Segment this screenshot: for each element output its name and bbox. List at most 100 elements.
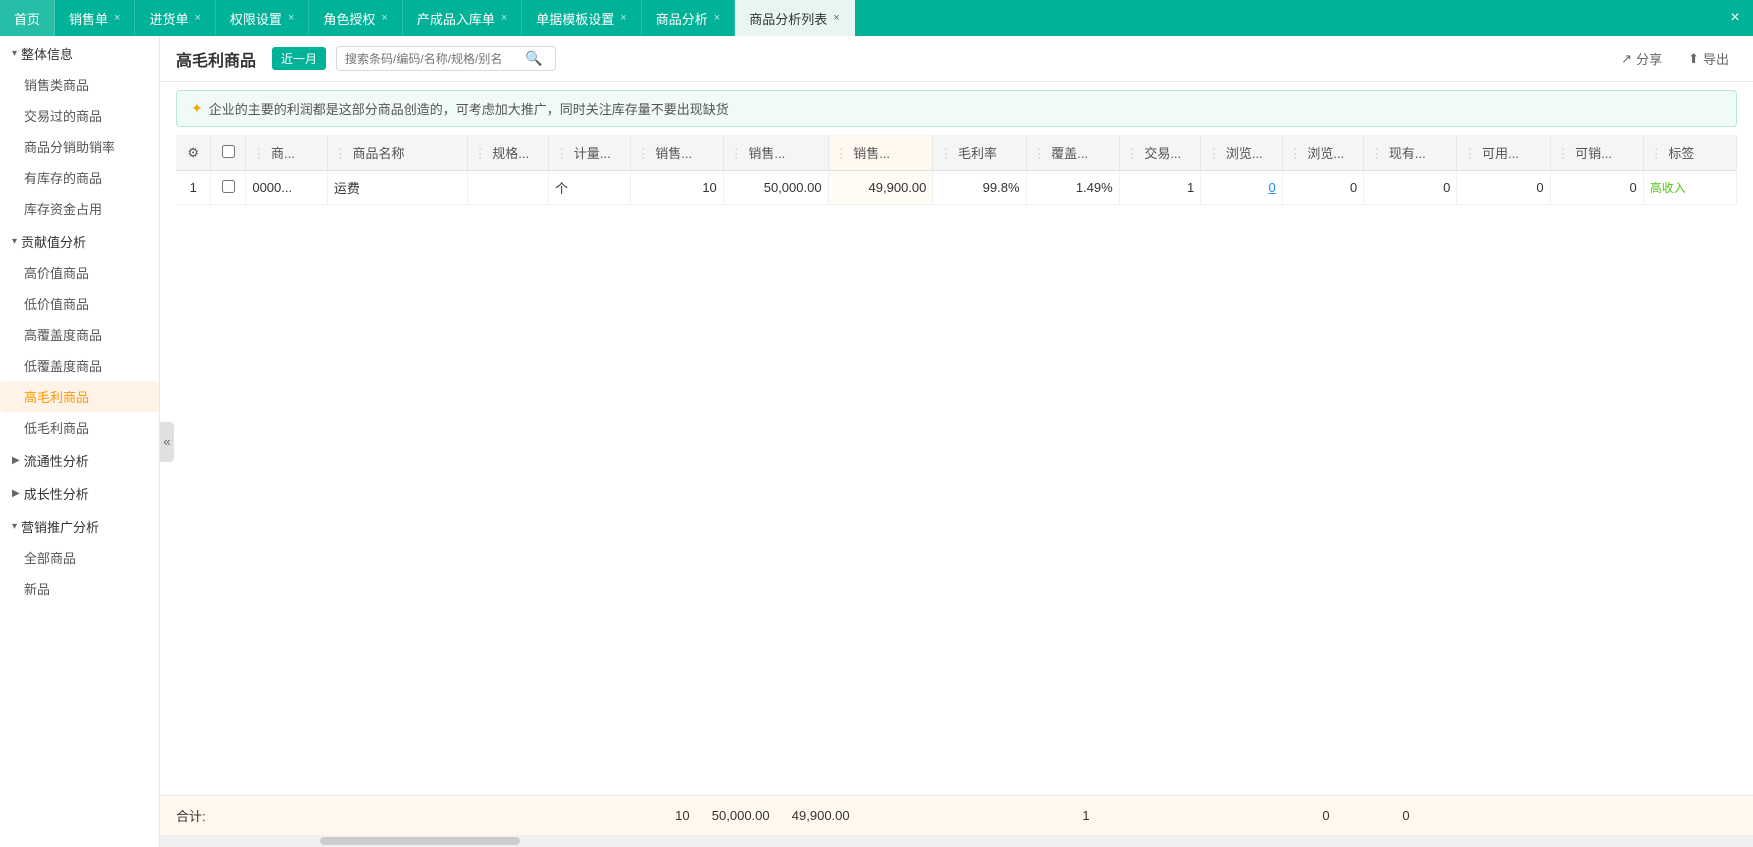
- cell-views1[interactable]: 0: [1201, 171, 1283, 205]
- sidebar-group-growth[interactable]: ▶ 成长性分析: [0, 476, 159, 509]
- search-box: 🔍: [336, 46, 556, 71]
- nav-tab-purchase[interactable]: 进货单 ×: [135, 0, 215, 36]
- nav-tab-sales[interactable]: 销售单 ×: [55, 0, 135, 36]
- nav-tab-product-entry[interactable]: 产成品入库单 ×: [403, 0, 522, 36]
- nav-tab-analysis-label: 商品分析: [656, 9, 708, 28]
- footer-totals-bar: 合计: 10 50,000.00 49,900.00 1 0 0: [160, 795, 1753, 835]
- nav-tab-role-close[interactable]: ×: [381, 12, 387, 24]
- sidebar-item-high-coverage[interactable]: 高覆盖度商品: [0, 319, 159, 350]
- footer-sales-qty: 10: [616, 808, 696, 823]
- table-row: 1 0000... 运费 个 10 50,000.00 49,900.00 99…: [176, 171, 1737, 205]
- col-name[interactable]: ⋮ 商品名称: [327, 135, 467, 171]
- col-settings[interactable]: ⚙: [176, 135, 211, 171]
- sidebar-group-overview[interactable]: ▾ 整体信息: [0, 36, 159, 69]
- cell-available-stock: 0: [1457, 171, 1550, 205]
- col-sellable-stock[interactable]: ⋮ 可销...: [1550, 135, 1643, 171]
- nav-tab-analysis-list[interactable]: 商品分析列表 ×: [735, 0, 854, 36]
- nav-tab-purchase-label: 进货单: [149, 9, 188, 28]
- col-sales-profit[interactable]: ⋮ 销售...: [828, 135, 933, 171]
- cell-sales-amount: 50,000.00: [723, 171, 828, 205]
- footer-current-stock: 0: [1256, 808, 1336, 823]
- sidebar-item-stock-capital[interactable]: 库存资金占用: [0, 193, 159, 224]
- sidebar-item-sales-goods[interactable]: 销售类商品: [0, 69, 159, 100]
- nav-tab-purchase-close[interactable]: ×: [194, 12, 200, 24]
- nav-tab-home[interactable]: 首页: [0, 0, 55, 36]
- nav-tab-analysis-list-close[interactable]: ×: [833, 12, 839, 24]
- sidebar-item-new-goods[interactable]: 新品: [0, 573, 159, 604]
- col-coverage[interactable]: ⋮ 覆盖...: [1026, 135, 1119, 171]
- sidebar-group-liquidity-label: 流通性分析: [24, 451, 89, 470]
- col-gross-margin[interactable]: ⋮ 毛利率: [933, 135, 1026, 171]
- nav-tab-sales-label: 销售单: [69, 9, 108, 28]
- footer-views2: [1176, 808, 1256, 823]
- sidebar-item-low-value[interactable]: 低价值商品: [0, 288, 159, 319]
- col-code[interactable]: ⋮ 商...: [246, 135, 328, 171]
- col-views2[interactable]: ⋮ 浏览...: [1282, 135, 1364, 171]
- cell-name: 运费: [327, 171, 467, 205]
- share-icon: ↗: [1621, 51, 1632, 67]
- cell-current-stock: 0: [1364, 171, 1457, 205]
- info-banner-text: 企业的主要的利润都是这部分商品创造的，可考虑加大推广，同时关注库存量不要出现缺货: [209, 99, 729, 118]
- nav-tab-template[interactable]: 单据模板设置 ×: [522, 0, 641, 36]
- sidebar-item-traded-goods[interactable]: 交易过的商品: [0, 100, 159, 131]
- nav-tab-template-close[interactable]: ×: [620, 12, 626, 24]
- sidebar: ▾ 整体信息 销售类商品 交易过的商品 商品分销助销率 有库存的商品 库存资金占…: [0, 36, 160, 847]
- row-checkbox[interactable]: [222, 180, 235, 193]
- sidebar-item-low-margin[interactable]: 低毛利商品: [0, 412, 159, 443]
- cell-tag: 高收入: [1643, 171, 1736, 205]
- filter-recent-month-button[interactable]: 近一月: [272, 47, 326, 70]
- sidebar-group-contribution[interactable]: ▾ 贡献值分析: [0, 224, 159, 257]
- col-transactions[interactable]: ⋮ 交易...: [1119, 135, 1201, 171]
- sidebar-item-all-goods[interactable]: 全部商品: [0, 542, 159, 573]
- sidebar-item-high-margin[interactable]: 高毛利商品: [0, 381, 159, 412]
- nav-tab-permission-label: 权限设置: [230, 9, 282, 28]
- sidebar-group-growth-label: 成长性分析: [24, 484, 89, 503]
- nav-tab-analysis[interactable]: 商品分析 ×: [642, 0, 735, 36]
- col-tag[interactable]: ⋮ 标签: [1643, 135, 1736, 171]
- nav-tab-sales-close[interactable]: ×: [114, 12, 120, 24]
- sidebar-group-marketing-label: 营销推广分析: [21, 517, 99, 536]
- footer-transactions: 1: [1016, 808, 1096, 823]
- col-checkbox[interactable]: [211, 135, 246, 171]
- col-spec[interactable]: ⋮ 规格...: [467, 135, 549, 171]
- col-sales-amount[interactable]: ⋮ 销售...: [723, 135, 828, 171]
- sidebar-collapse-button[interactable]: «: [160, 422, 174, 462]
- nav-tab-analysis-list-label: 商品分析列表: [749, 9, 827, 28]
- info-banner: ✦ 企业的主要的利润都是这部分商品创造的，可考虑加大推广，同时关注库存量不要出现…: [176, 90, 1737, 127]
- nav-tab-analysis-close[interactable]: ×: [714, 12, 720, 24]
- horizontal-scrollbar[interactable]: [160, 835, 1753, 847]
- cell-checkbox[interactable]: [211, 171, 246, 205]
- data-table: ⚙ ⋮ 商... ⋮ 商品名称: [176, 135, 1737, 205]
- nav-tab-role[interactable]: 角色授权 ×: [309, 0, 402, 36]
- col-current-stock[interactable]: ⋮ 现有...: [1364, 135, 1457, 171]
- sidebar-item-distribution-rate[interactable]: 商品分销助销率: [0, 131, 159, 162]
- select-all-checkbox[interactable]: [222, 145, 235, 158]
- cell-spec: [467, 171, 549, 205]
- sidebar-group-marketing[interactable]: ▾ 营销推广分析: [0, 509, 159, 542]
- sidebar-item-high-value[interactable]: 高价值商品: [0, 257, 159, 288]
- nav-tab-permission-close[interactable]: ×: [288, 12, 294, 24]
- sidebar-group-liquidity[interactable]: ▶ 流通性分析: [0, 443, 159, 476]
- search-input[interactable]: [345, 52, 525, 66]
- cell-code: 0000...: [246, 171, 328, 205]
- footer-sellable-stock: [1416, 808, 1496, 823]
- export-button[interactable]: ⬆ 导出: [1680, 46, 1737, 71]
- footer-label: 合计:: [176, 806, 206, 825]
- col-unit[interactable]: ⋮ 计量...: [549, 135, 631, 171]
- table-header-row: ⚙ ⋮ 商... ⋮ 商品名称: [176, 135, 1737, 171]
- close-all-button[interactable]: ×: [1717, 0, 1753, 36]
- col-available-stock[interactable]: ⋮ 可用...: [1457, 135, 1550, 171]
- col-views1[interactable]: ⋮ 浏览...: [1201, 135, 1283, 171]
- arrow-icon-5: ▾: [12, 521, 17, 532]
- nav-tab-permission[interactable]: 权限设置 ×: [216, 0, 309, 36]
- nav-tab-product-entry-close[interactable]: ×: [501, 12, 507, 24]
- scrollbar-thumb[interactable]: [320, 837, 520, 845]
- arrow-icon: ▾: [12, 48, 17, 59]
- share-button[interactable]: ↗ 分享: [1613, 46, 1670, 71]
- search-icon[interactable]: 🔍: [525, 50, 542, 67]
- cell-gross-margin: 99.8%: [933, 171, 1026, 205]
- col-sales-qty[interactable]: ⋮ 销售...: [630, 135, 723, 171]
- sidebar-item-low-coverage[interactable]: 低覆盖度商品: [0, 350, 159, 381]
- sidebar-item-stocked-goods[interactable]: 有库存的商品: [0, 162, 159, 193]
- top-navigation: 首页 销售单 × 进货单 × 权限设置 × 角色授权 × 产成品入库单 × 单据…: [0, 0, 1753, 36]
